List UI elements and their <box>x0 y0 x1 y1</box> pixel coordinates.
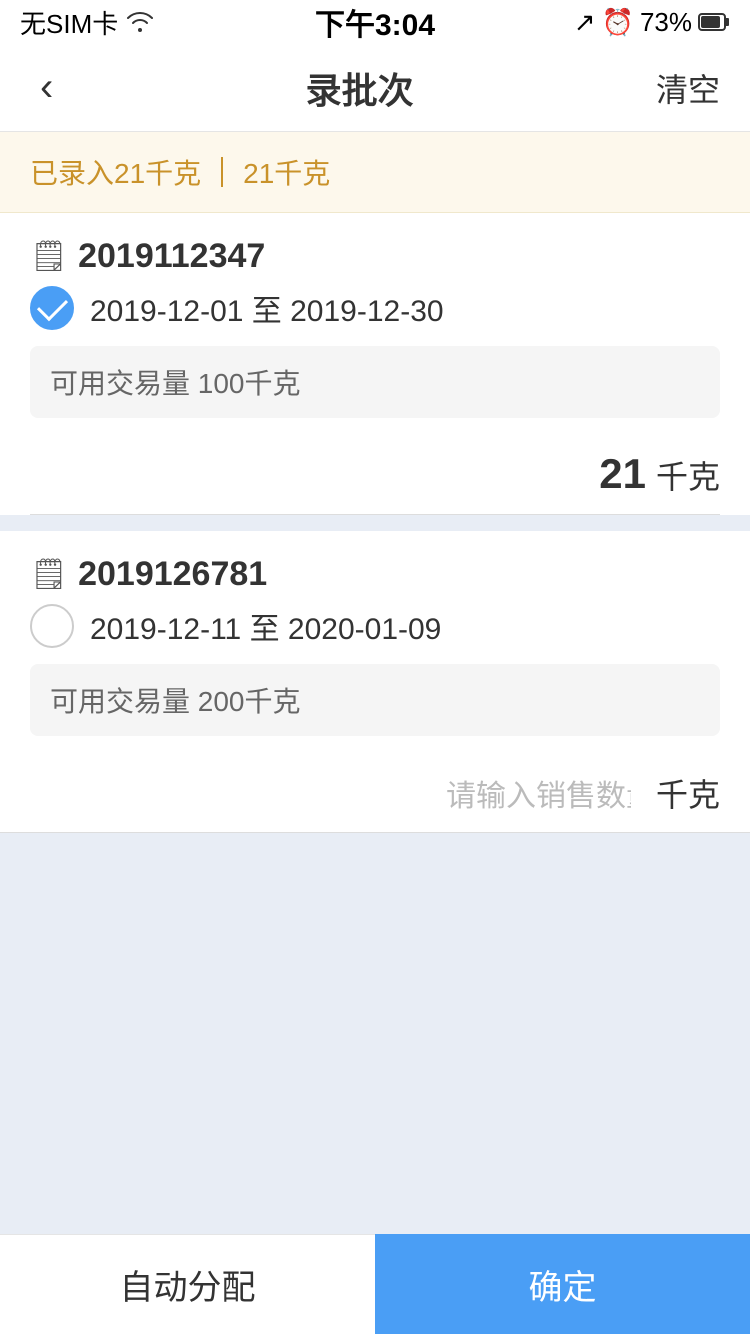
batch2-icon: 🗒 <box>30 557 68 592</box>
confirm-button[interactable]: 确定 <box>375 1234 750 1334</box>
batch-card-2: 🗒 2019126781 2019-12-11 至 2020-01-09 可用交… <box>0 531 750 833</box>
batch1-id: 2019112347 <box>78 237 265 276</box>
batch-card-1: 🗒 2019112347 2019-12-01 至 2019-12-30 可用交… <box>0 213 750 515</box>
carrier-label: 无SIM卡 <box>20 4 118 41</box>
batch2-date-row[interactable]: 2019-12-11 至 2020-01-09 <box>0 604 750 664</box>
batch-separator <box>0 515 750 531</box>
batch1-available: 可用交易量 100千克 <box>30 346 720 418</box>
batch2-input-row: 千克 <box>0 752 750 833</box>
gray-area <box>0 833 750 1253</box>
wifi-icon <box>126 12 154 32</box>
location-icon: ↗ <box>574 7 596 38</box>
batch1-date-row[interactable]: 2019-12-01 至 2019-12-30 <box>0 286 750 346</box>
bottom-bar: 自动分配 确定 <box>0 1234 750 1334</box>
batch2-date: 2019-12-11 至 2020-01-09 <box>90 604 441 648</box>
batch2-unit: 千克 <box>656 770 720 816</box>
status-bar: 无SIM卡 下午3:04 ↗ ⏰ 73% <box>0 0 750 44</box>
alarm-icon: ⏰ <box>602 7 634 38</box>
info-banner: 已录入21千克 21千克 <box>0 132 750 213</box>
batch1-icon: 🗒 <box>30 239 68 274</box>
info-divider <box>221 157 223 187</box>
content-area: 已录入21千克 21千克 🗒 2019112347 2019-12-01 至 2… <box>0 132 750 1253</box>
recorded-label: 已录入21千克 <box>30 152 201 192</box>
batch1-amount-row: 21 千克 <box>0 434 750 514</box>
batch1-radio[interactable] <box>30 286 74 330</box>
status-left: 无SIM卡 <box>20 4 154 41</box>
auto-distribute-button[interactable]: 自动分配 <box>0 1234 375 1334</box>
batch2-header: 🗒 2019126781 <box>0 531 750 604</box>
page-title: 录批次 <box>306 62 414 114</box>
battery-icon <box>698 13 730 31</box>
batch1-date: 2019-12-01 至 2019-12-30 <box>90 286 444 330</box>
battery-label: 73% <box>640 7 692 38</box>
batch2-radio[interactable] <box>30 604 74 648</box>
batch2-available: 可用交易量 200千克 <box>30 664 720 736</box>
recorded-value: 21千克 <box>243 152 330 192</box>
batch1-amount: 21 <box>599 450 646 498</box>
clear-button[interactable]: 清空 <box>656 65 720 111</box>
quantity-input[interactable] <box>446 768 646 816</box>
batch1-unit: 千克 <box>656 452 720 498</box>
back-button[interactable]: ‹ <box>30 55 63 120</box>
nav-bar: ‹ 录批次 清空 <box>0 44 750 132</box>
status-right: ↗ ⏰ 73% <box>574 7 730 38</box>
batch2-id: 2019126781 <box>78 555 267 594</box>
batch1-header: 🗒 2019112347 <box>0 213 750 286</box>
status-time: 下午3:04 <box>315 0 435 44</box>
